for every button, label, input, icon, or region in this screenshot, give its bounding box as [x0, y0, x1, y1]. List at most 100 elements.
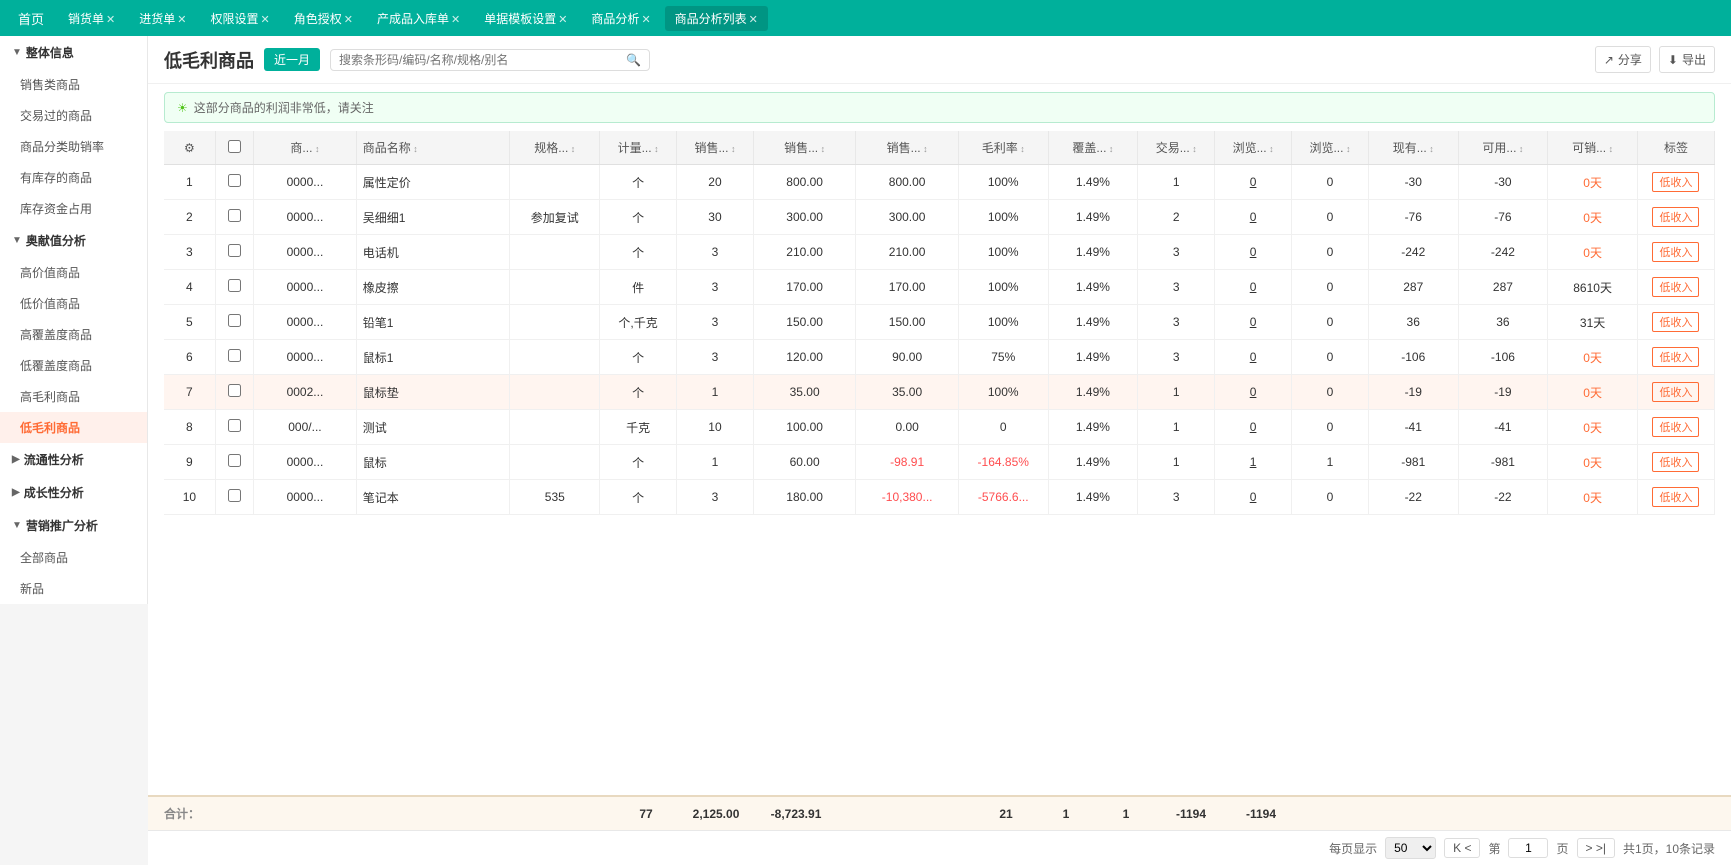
col-header-code[interactable]: 商... — [254, 131, 357, 165]
sidebar-item-stock-capital[interactable]: 库存资金占用 — [0, 193, 147, 224]
cell-cover-rate: 1.49% — [1048, 200, 1138, 235]
col-header-browse2[interactable]: 浏览... — [1292, 131, 1369, 165]
col-header-avail-stock[interactable]: 可用... — [1458, 131, 1548, 165]
row-checkbox[interactable] — [228, 174, 241, 187]
cell-cover-rate: 1.49% — [1048, 165, 1138, 200]
row-checkbox[interactable] — [228, 489, 241, 502]
search-icon[interactable]: 🔍 — [626, 53, 641, 67]
row-checkbox[interactable] — [228, 314, 241, 327]
col-header-name[interactable]: 商品名称 — [356, 131, 510, 165]
search-input[interactable] — [339, 53, 626, 67]
sidebar-item-new-goods[interactable]: 新品 — [0, 573, 147, 604]
row-checkbox[interactable] — [228, 244, 241, 257]
cell-tag: 低收入 — [1637, 200, 1714, 235]
cell-sale-amt: 0.00 — [856, 410, 959, 445]
select-all-checkbox[interactable] — [228, 140, 241, 153]
cell-browse2: 0 — [1292, 200, 1369, 235]
cell-code: 0002... — [254, 375, 357, 410]
cell-sale-amt: 300.00 — [856, 200, 959, 235]
first-page-button[interactable]: K < — [1444, 838, 1480, 858]
sidebar-item-low-gross[interactable]: 低毛利商品 — [0, 412, 147, 443]
cell-browse1: 0 — [1215, 375, 1292, 410]
cell-check — [215, 480, 253, 515]
cell-trade-count: 3 — [1138, 340, 1215, 375]
sidebar-section-contribution[interactable]: ▼ 奥献值分析 — [0, 224, 147, 257]
col-header-sale-price[interactable]: 销售... — [753, 131, 856, 165]
row-checkbox[interactable] — [228, 419, 241, 432]
nav-purchase[interactable]: 进货单✕ — [129, 6, 196, 31]
row-checkbox[interactable] — [228, 349, 241, 362]
sidebar-section-circulation[interactable]: ▶ 流通性分析 — [0, 443, 147, 476]
col-header-trade-count[interactable]: 交易... — [1138, 131, 1215, 165]
cell-sale-price: 35.00 — [753, 375, 856, 410]
cell-current-stock: 287 — [1368, 270, 1458, 305]
nav-analysis-list[interactable]: 商品分析列表✕ — [665, 6, 768, 31]
cell-browse2: 0 — [1292, 305, 1369, 340]
header-actions: ↗ 分享 ⬇ 导出 — [1595, 46, 1715, 73]
col-header-gross-rate[interactable]: 毛利率 — [958, 131, 1048, 165]
nav-analysis[interactable]: 商品分析✕ — [581, 6, 660, 31]
settings-icon[interactable]: ⚙ — [184, 141, 195, 155]
cell-sale-qty: 20 — [677, 165, 754, 200]
footer-trade-count: 21 — [976, 807, 1036, 821]
col-header-browse1[interactable]: 浏览... — [1215, 131, 1292, 165]
footer-sale-qty: 77 — [616, 807, 676, 821]
cell-sale-price: 170.00 — [753, 270, 856, 305]
cell-seq: 7 — [164, 375, 215, 410]
sidebar-item-all-goods[interactable]: 全部商品 — [0, 542, 147, 573]
col-header-cover-rate[interactable]: 覆盖... — [1048, 131, 1138, 165]
row-checkbox[interactable] — [228, 279, 241, 292]
cell-browse2: 1 — [1292, 445, 1369, 480]
sidebar-item-high-gross[interactable]: 高毛利商品 — [0, 381, 147, 412]
col-header-sale-stock[interactable]: 可销... — [1548, 131, 1638, 165]
cell-sale-stock: 0天 — [1548, 235, 1638, 270]
search-box: 🔍 — [330, 49, 650, 71]
sidebar-item-in-stock[interactable]: 有库存的商品 — [0, 162, 147, 193]
cell-gross-rate: 100% — [958, 200, 1048, 235]
nav-sales[interactable]: 销货单✕ — [58, 6, 125, 31]
date-filter-button[interactable]: 近一月 — [264, 48, 320, 71]
nav-product-entry[interactable]: 产成品入库单✕ — [367, 6, 470, 31]
cell-tag: 低收入 — [1637, 270, 1714, 305]
col-header-tag: 标签 — [1637, 131, 1714, 165]
sidebar-item-traded-goods[interactable]: 交易过的商品 — [0, 100, 147, 131]
cell-avail-stock: -30 — [1458, 165, 1548, 200]
last-page-button[interactable]: > >| — [1577, 838, 1615, 858]
row-checkbox[interactable] — [228, 454, 241, 467]
col-header-sale-amt[interactable]: 销售... — [856, 131, 959, 165]
col-header-current-stock[interactable]: 现有... — [1368, 131, 1458, 165]
row-checkbox[interactable] — [228, 209, 241, 222]
nav-home[interactable]: 首页 — [8, 5, 54, 32]
cell-sale-qty: 10 — [677, 410, 754, 445]
col-header-unit[interactable]: 计量... — [600, 131, 677, 165]
footer-current-stock: -1194 — [1156, 807, 1226, 821]
export-button[interactable]: ⬇ 导出 — [1659, 46, 1715, 73]
cell-unit: 个 — [600, 445, 677, 480]
page-size-select[interactable]: 50 100 200 — [1385, 837, 1436, 859]
table-container[interactable]: ⚙ 商... 商品名称 规格... 计量... 销售... 销售... 销售..… — [148, 131, 1731, 795]
sidebar-item-high-value[interactable]: 高价值商品 — [0, 257, 147, 288]
pagination-bar: 每页显示 50 100 200 K < 第 页 > >| 共1页，10条记录 — [148, 830, 1731, 865]
cell-check — [215, 235, 253, 270]
cell-unit: 个 — [600, 200, 677, 235]
page-number-input[interactable] — [1508, 838, 1548, 858]
col-header-spec[interactable]: 规格... — [510, 131, 600, 165]
nav-template[interactable]: 单据模板设置✕ — [474, 6, 577, 31]
sidebar-item-low-coverage[interactable]: 低覆盖度商品 — [0, 350, 147, 381]
sidebar-section-marketing[interactable]: ▼ 营销推广分析 — [0, 509, 147, 542]
data-table: ⚙ 商... 商品名称 规格... 计量... 销售... 销售... 销售..… — [164, 131, 1715, 515]
sidebar-item-category-rate[interactable]: 商品分类助销率 — [0, 131, 147, 162]
sidebar-section-overall[interactable]: ▼ 整体信息 — [0, 36, 147, 69]
cell-gross-rate: 75% — [958, 340, 1048, 375]
cell-seq: 4 — [164, 270, 215, 305]
sidebar-section-growth[interactable]: ▶ 成长性分析 — [0, 476, 147, 509]
col-header-sale-qty[interactable]: 销售... — [677, 131, 754, 165]
share-button[interactable]: ↗ 分享 — [1595, 46, 1651, 73]
sidebar-item-sales-goods[interactable]: 销售类商品 — [0, 69, 147, 100]
sidebar-item-low-value[interactable]: 低价值商品 — [0, 288, 147, 319]
nav-permission[interactable]: 权限设置✕ — [200, 6, 279, 31]
row-checkbox[interactable] — [228, 384, 241, 397]
cell-sale-stock: 0天 — [1548, 410, 1638, 445]
sidebar-item-high-coverage[interactable]: 高覆盖度商品 — [0, 319, 147, 350]
nav-role[interactable]: 角色授权✕ — [284, 6, 363, 31]
